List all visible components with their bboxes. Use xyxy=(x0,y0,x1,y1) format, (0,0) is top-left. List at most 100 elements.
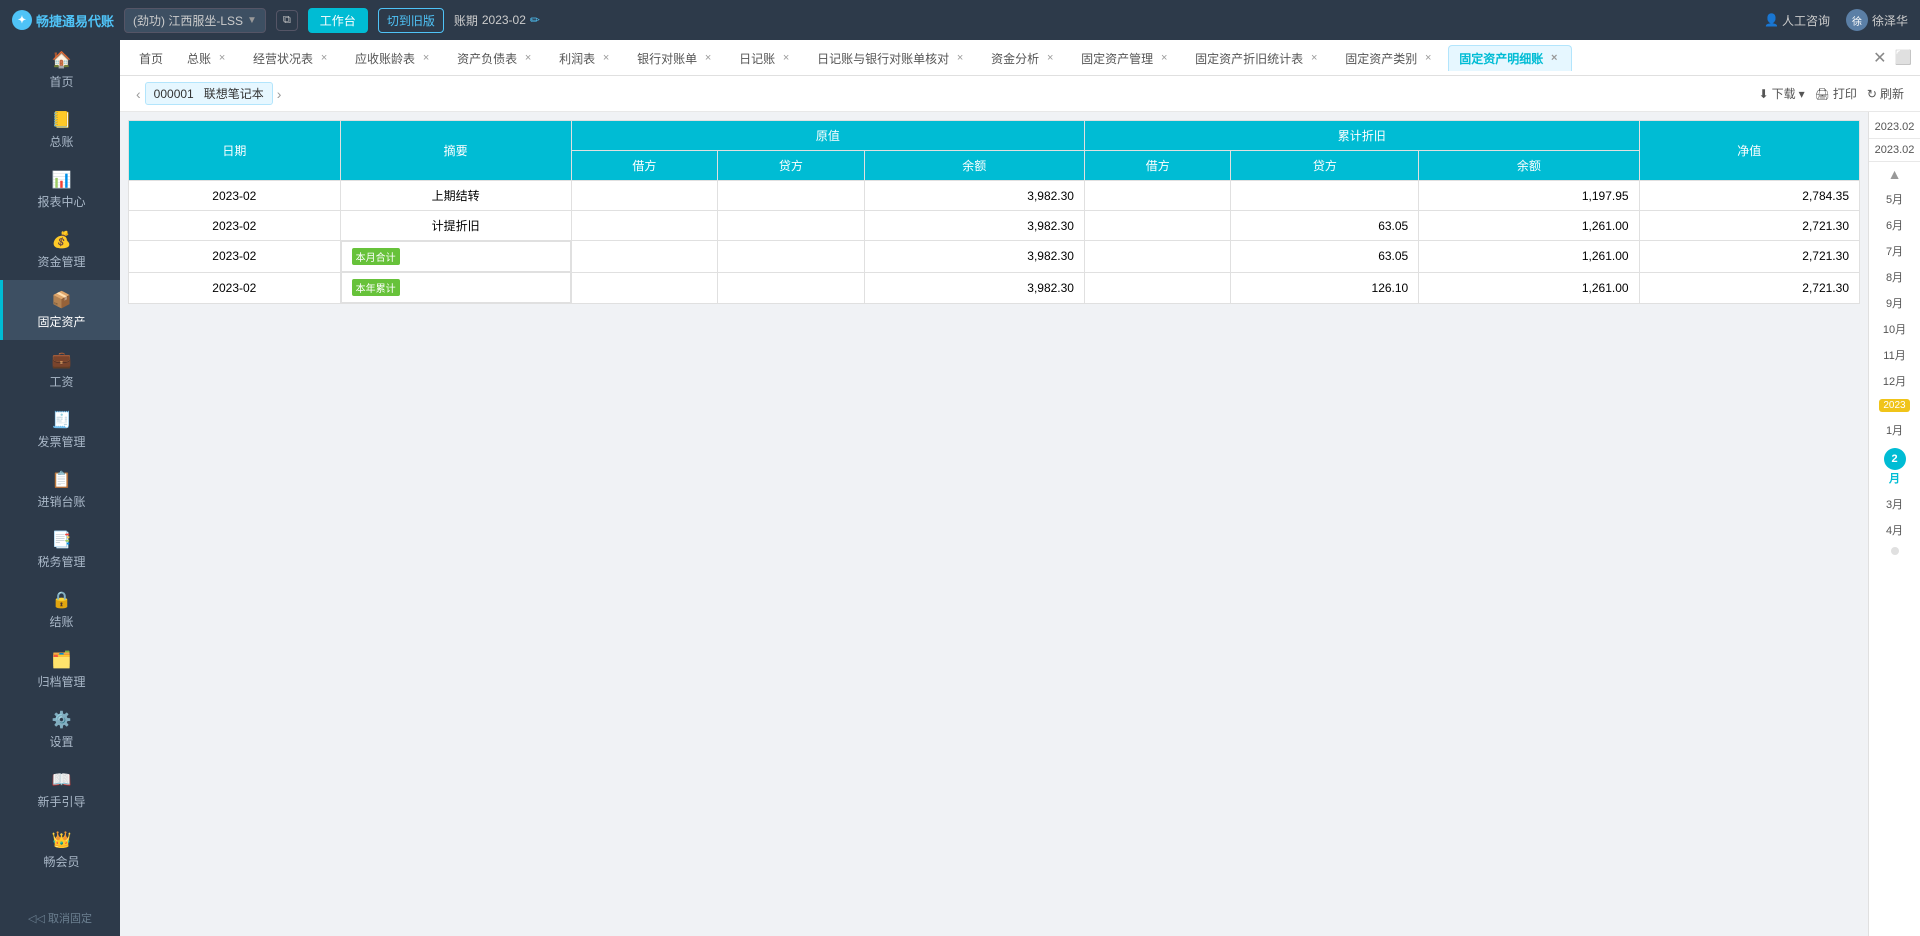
tab-ar-aging[interactable]: 应收账龄表 × xyxy=(344,45,444,71)
workspace-button[interactable]: 工作台 xyxy=(308,8,368,33)
period-label: 账期 xyxy=(454,12,478,29)
capital-icon: 💰 xyxy=(52,230,72,250)
date-12[interactable]: 12月 xyxy=(1869,368,1920,394)
tab-close-ar-aging[interactable]: × xyxy=(419,51,433,65)
sidebar-item-label-invoice: 发票管理 xyxy=(37,433,85,450)
sidebar-item-payroll[interactable]: 💼 工资 xyxy=(0,340,120,400)
col-header-summary: 摘要 xyxy=(340,121,571,181)
summary-tag: 本年累计 xyxy=(352,279,400,296)
tab-close-profit[interactable]: × xyxy=(599,51,613,65)
pin-icon: ◁◁ xyxy=(28,912,45,925)
date-panel: 2023.02 2023.02 ▲ 5月 6月 7月 8月 9月 10月 11月… xyxy=(1868,112,1920,936)
refresh-icon: ↻ xyxy=(1867,87,1877,101)
print-button[interactable]: 🖨 打印 xyxy=(1815,85,1857,102)
tab-ar-aging-label: 应收账龄表 xyxy=(355,50,415,67)
tab-close-balance-sheet[interactable]: × xyxy=(521,51,535,65)
date-2-active[interactable]: 2 月 xyxy=(1869,443,1920,491)
date-7[interactable]: 7月 xyxy=(1869,238,1920,264)
sidebar-item-report[interactable]: 📊 报表中心 xyxy=(0,160,120,220)
sidebar-item-ledger[interactable]: 📒 总账 xyxy=(0,100,120,160)
tab-close-asset-detail-ledger[interactable]: × xyxy=(1547,51,1561,65)
col-header-yuanzhi: 原值 xyxy=(571,121,1084,151)
settle-icon: 🔒 xyxy=(52,590,72,610)
sidebar-item-capital[interactable]: 💰 资金管理 xyxy=(0,220,120,280)
date-dot[interactable] xyxy=(1891,547,1899,555)
tab-journal-reconcile[interactable]: 日记账与银行对账单核对 × xyxy=(806,45,978,71)
company-selector[interactable]: (劲功) 江西服坐-LSS ▼ xyxy=(124,8,266,33)
tax-icon: 📑 xyxy=(52,530,72,550)
download-button[interactable]: ⬇ 下载 ▾ xyxy=(1759,85,1805,102)
sidebar-item-home[interactable]: 🏠 首页 xyxy=(0,40,120,100)
sidebar-item-settle[interactable]: 🔒 结账 xyxy=(0,580,120,640)
switch-version-button[interactable]: 切到旧版 xyxy=(378,8,444,33)
date-2-label: 月 xyxy=(1889,473,1900,485)
refresh-label: 刷新 xyxy=(1880,85,1904,102)
sidebar-item-fixed-assets[interactable]: 📦 固定资产 xyxy=(0,280,120,340)
topbar-right: 👤 人工咨询 徐 徐泽华 xyxy=(1764,9,1908,31)
date-5[interactable]: 5月 xyxy=(1869,186,1920,212)
breadcrumb-next[interactable]: › xyxy=(277,86,282,102)
tab-balance-sheet[interactable]: 资产负债表 × xyxy=(446,45,546,71)
tab-depreciation-stat[interactable]: 固定资产折旧统计表 × xyxy=(1184,45,1332,71)
content-area: 首页 总账 × 经营状况表 × 应收账龄表 × 资产负债表 × 利润表 × xyxy=(120,40,1920,936)
sidebar-item-tax[interactable]: 📑 税务管理 xyxy=(0,520,120,580)
tab-close-depreciation-stat[interactable]: × xyxy=(1307,51,1321,65)
tab-journal[interactable]: 日记账 × xyxy=(728,45,804,71)
period-edit-icon[interactable]: ✏ xyxy=(530,13,540,27)
tab-close-fixed-asset-manage[interactable]: × xyxy=(1157,51,1171,65)
date-scroll-up[interactable]: ▲ xyxy=(1869,162,1920,186)
main-layout: 🏠 首页 📒 总账 📊 报表中心 💰 资金管理 📦 固定资产 💼 工资 🧾 发票… xyxy=(0,40,1920,936)
tab-close-bank-statement[interactable]: × xyxy=(701,51,715,65)
tab-profit[interactable]: 利润表 × xyxy=(548,45,624,71)
sidebar-item-guide[interactable]: 📖 新手引导 xyxy=(0,760,120,820)
maximize-button[interactable]: ⬜ xyxy=(1895,49,1912,66)
tab-home-label: 首页 xyxy=(139,50,163,67)
date-6[interactable]: 6月 xyxy=(1869,212,1920,238)
date-11[interactable]: 11月 xyxy=(1869,342,1920,368)
sidebar-item-member[interactable]: 👑 畅会员 xyxy=(0,820,120,880)
tab-close-general-ledger[interactable]: × xyxy=(215,51,229,65)
service-button[interactable]: 👤 人工咨询 xyxy=(1764,12,1830,29)
date-10[interactable]: 10月 xyxy=(1869,316,1920,342)
tab-asset-detail-ledger[interactable]: 固定资产明细账 × xyxy=(1448,45,1572,71)
tab-home[interactable]: 首页 xyxy=(128,45,174,71)
copy-button[interactable]: ⧉ xyxy=(276,10,298,31)
sidebar-item-settings[interactable]: ⚙️ 设置 xyxy=(0,700,120,760)
service-label: 人工咨询 xyxy=(1782,12,1830,29)
tab-asset-category[interactable]: 固定资产类别 × xyxy=(1334,45,1446,71)
tab-capital-analysis[interactable]: 资金分析 × xyxy=(980,45,1068,71)
refresh-button[interactable]: ↻ 刷新 xyxy=(1867,85,1904,102)
close-all-tabs-button[interactable]: ✕ xyxy=(1873,48,1886,68)
tab-fixed-asset-manage[interactable]: 固定资产管理 × xyxy=(1070,45,1182,71)
tab-business-status[interactable]: 经营状况表 × xyxy=(242,45,342,71)
page-actions: ⬇ 下载 ▾ 🖨 打印 ↻ 刷新 xyxy=(1759,85,1904,102)
topbar: ✦ 畅捷通易代账 (劲功) 江西服坐-LSS ▼ ⧉ 工作台 切到旧版 账期 2… xyxy=(0,0,1920,40)
sidebar-item-archive[interactable]: 🗂️ 归档管理 xyxy=(0,640,120,700)
date-3[interactable]: 3月 xyxy=(1869,491,1920,517)
tab-close-asset-category[interactable]: × xyxy=(1421,51,1435,65)
col-sub-leiji-credit: 贷方 xyxy=(1231,151,1419,181)
col-sub-leiji-balance: 余额 xyxy=(1419,151,1639,181)
breadcrumb-prev[interactable]: ‹ xyxy=(136,86,141,102)
payroll-icon: 💼 xyxy=(52,350,72,370)
tab-general-ledger[interactable]: 总账 × xyxy=(176,45,240,71)
col-sub-leiji-debit: 借方 xyxy=(1084,151,1230,181)
date-1[interactable]: 1月 xyxy=(1869,417,1920,443)
sidebar-item-sales[interactable]: 📋 进销台账 xyxy=(0,460,120,520)
user-name: 徐泽华 xyxy=(1872,12,1908,29)
col-header-date: 日期 xyxy=(129,121,341,181)
user-menu[interactable]: 徐 徐泽华 xyxy=(1846,9,1908,31)
pin-toggle[interactable]: ◁◁ 取消固定 xyxy=(0,900,120,936)
tab-close-journal-reconcile[interactable]: × xyxy=(953,51,967,65)
tab-bar-actions: ✕ ⬜ xyxy=(1873,48,1912,68)
tab-close-capital-analysis[interactable]: × xyxy=(1043,51,1057,65)
sidebar-item-label-ledger: 总账 xyxy=(49,133,73,150)
tab-close-business-status[interactable]: × xyxy=(317,51,331,65)
download-label: 下载 xyxy=(1772,85,1796,102)
sidebar-item-invoice[interactable]: 🧾 发票管理 xyxy=(0,400,120,460)
date-8[interactable]: 8月 xyxy=(1869,264,1920,290)
date-4[interactable]: 4月 xyxy=(1869,517,1920,543)
tab-close-journal[interactable]: × xyxy=(779,51,793,65)
tab-bank-statement[interactable]: 银行对账单 × xyxy=(626,45,726,71)
date-9[interactable]: 9月 xyxy=(1869,290,1920,316)
